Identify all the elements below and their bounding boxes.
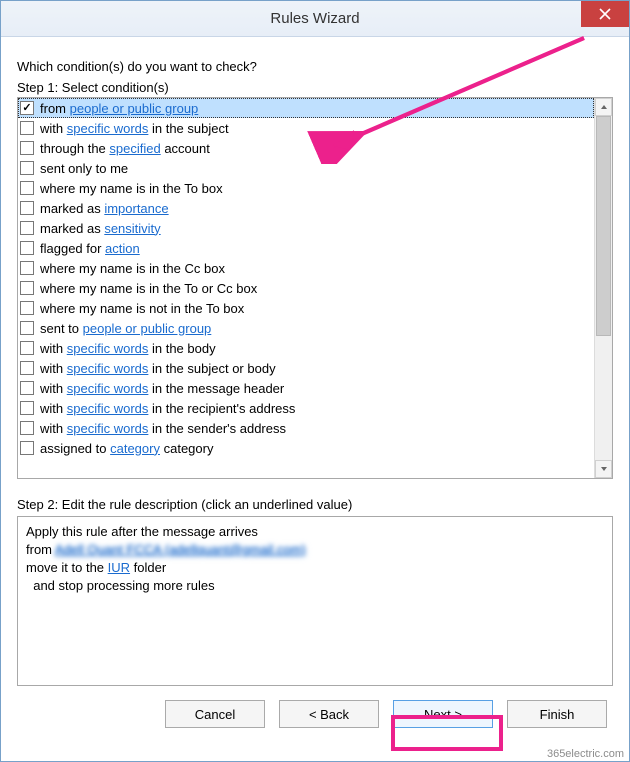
watermark: 365electric.com bbox=[547, 748, 624, 760]
question-text: Which condition(s) do you want to check? bbox=[17, 59, 613, 74]
condition-text: assigned to category category bbox=[40, 441, 213, 456]
condition-value-link[interactable]: specific words bbox=[67, 401, 149, 416]
condition-text: marked as importance bbox=[40, 201, 169, 216]
condition-row[interactable]: with specific words in the subject or bo… bbox=[18, 358, 594, 378]
client-area: Which condition(s) do you want to check?… bbox=[1, 37, 629, 761]
condition-row[interactable]: marked as sensitivity bbox=[18, 218, 594, 238]
titlebar[interactable]: Rules Wizard bbox=[1, 1, 629, 37]
condition-text: from people or public group bbox=[40, 101, 198, 116]
condition-row[interactable]: with specific words in the body bbox=[18, 338, 594, 358]
scrollbar[interactable] bbox=[594, 98, 612, 478]
condition-checkbox[interactable] bbox=[20, 381, 34, 395]
condition-checkbox[interactable] bbox=[20, 261, 34, 275]
condition-value-link[interactable]: specific words bbox=[67, 381, 149, 396]
sender-link[interactable]: Adell Quant FCCA (adellquant@gmail.com) bbox=[55, 542, 306, 557]
condition-text: with specific words in the subject or bo… bbox=[40, 361, 276, 376]
condition-checkbox[interactable] bbox=[20, 401, 34, 415]
title-text: Rules Wizard bbox=[1, 10, 629, 27]
condition-value-link[interactable]: specific words bbox=[67, 361, 149, 376]
condition-checkbox[interactable] bbox=[20, 121, 34, 135]
condition-row[interactable]: with specific words in the recipient's a… bbox=[18, 398, 594, 418]
condition-row[interactable]: where my name is in the To box bbox=[18, 178, 594, 198]
conditions-list: from people or public group with specific… bbox=[17, 97, 613, 479]
condition-row[interactable]: with specific words in the sender's addr… bbox=[18, 418, 594, 438]
rules-wizard-dialog: Rules Wizard Which condition(s) do you w… bbox=[0, 0, 630, 762]
scroll-thumb[interactable] bbox=[596, 116, 611, 336]
condition-row[interactable]: through the specified account bbox=[18, 138, 594, 158]
condition-text: where my name is in the To box bbox=[40, 181, 223, 196]
close-icon bbox=[599, 8, 611, 20]
condition-text: sent to people or public group bbox=[40, 321, 211, 336]
condition-checkbox[interactable] bbox=[20, 201, 34, 215]
step1-label: Step 1: Select condition(s) bbox=[17, 80, 613, 95]
scroll-up-button[interactable] bbox=[595, 98, 612, 116]
condition-value-link[interactable]: specified bbox=[109, 141, 160, 156]
condition-checkbox[interactable] bbox=[20, 161, 34, 175]
condition-text: marked as sensitivity bbox=[40, 221, 161, 236]
condition-row[interactable]: sent to people or public group bbox=[18, 318, 594, 338]
condition-row[interactable]: marked as importance bbox=[18, 198, 594, 218]
condition-value-link[interactable]: specific words bbox=[67, 341, 149, 356]
condition-row[interactable]: with specific words in the subject bbox=[18, 118, 594, 138]
desc-line-3: move it to the IUR folder bbox=[26, 559, 604, 577]
chevron-down-icon bbox=[600, 466, 608, 472]
condition-value-link[interactable]: action bbox=[105, 241, 140, 256]
back-button[interactable]: < Back bbox=[279, 700, 379, 728]
condition-text: where my name is in the To or Cc box bbox=[40, 281, 257, 296]
condition-row[interactable]: sent only to me bbox=[18, 158, 594, 178]
condition-checkbox[interactable] bbox=[20, 421, 34, 435]
condition-checkbox[interactable] bbox=[20, 301, 34, 315]
condition-checkbox[interactable] bbox=[20, 321, 34, 335]
condition-checkbox[interactable] bbox=[20, 281, 34, 295]
condition-row[interactable]: where my name is not in the To box bbox=[18, 298, 594, 318]
rule-description-box[interactable]: Apply this rule after the message arrive… bbox=[17, 516, 613, 686]
condition-checkbox[interactable] bbox=[20, 441, 34, 455]
condition-row[interactable]: where my name is in the Cc box bbox=[18, 258, 594, 278]
condition-value-link[interactable]: sensitivity bbox=[104, 221, 160, 236]
condition-checkbox[interactable] bbox=[20, 341, 34, 355]
condition-checkbox[interactable] bbox=[20, 361, 34, 375]
condition-checkbox[interactable] bbox=[20, 181, 34, 195]
condition-text: with specific words in the subject bbox=[40, 121, 229, 136]
condition-value-link[interactable]: specific words bbox=[67, 121, 149, 136]
condition-value-link[interactable]: people or public group bbox=[70, 101, 199, 116]
condition-value-link[interactable]: importance bbox=[104, 201, 168, 216]
condition-value-link[interactable]: specific words bbox=[67, 421, 149, 436]
condition-text: sent only to me bbox=[40, 161, 128, 176]
desc-line-4: and stop processing more rules bbox=[26, 577, 604, 595]
condition-row[interactable]: where my name is in the To or Cc box bbox=[18, 278, 594, 298]
condition-value-link[interactable]: category bbox=[110, 441, 160, 456]
desc-line-1: Apply this rule after the message arrive… bbox=[26, 523, 604, 541]
folder-link[interactable]: IUR bbox=[108, 560, 130, 575]
condition-row[interactable]: with specific words in the message heade… bbox=[18, 378, 594, 398]
condition-text: with specific words in the body bbox=[40, 341, 216, 356]
condition-checkbox[interactable] bbox=[20, 221, 34, 235]
conditions-list-items[interactable]: from people or public group with specific… bbox=[18, 98, 594, 478]
condition-checkbox[interactable] bbox=[20, 101, 34, 115]
condition-text: with specific words in the recipient's a… bbox=[40, 401, 295, 416]
scroll-track[interactable] bbox=[595, 116, 612, 460]
next-button[interactable]: Next > bbox=[393, 700, 493, 728]
condition-text: flagged for action bbox=[40, 241, 140, 256]
step2-label: Step 2: Edit the rule description (click… bbox=[17, 497, 613, 512]
scroll-down-button[interactable] bbox=[595, 460, 612, 478]
condition-row[interactable]: assigned to category category bbox=[18, 438, 594, 458]
condition-row[interactable]: flagged for action bbox=[18, 238, 594, 258]
condition-text: where my name is not in the To box bbox=[40, 301, 244, 316]
desc-line-2: from Adell Quant FCCA (adellquant@gmail.… bbox=[26, 541, 604, 559]
condition-checkbox[interactable] bbox=[20, 241, 34, 255]
condition-text: where my name is in the Cc box bbox=[40, 261, 225, 276]
button-row: Cancel < Back Next > Finish bbox=[17, 700, 613, 728]
condition-value-link[interactable]: people or public group bbox=[83, 321, 212, 336]
condition-checkbox[interactable] bbox=[20, 141, 34, 155]
finish-button[interactable]: Finish bbox=[507, 700, 607, 728]
condition-text: through the specified account bbox=[40, 141, 210, 156]
chevron-up-icon bbox=[600, 104, 608, 110]
close-button[interactable] bbox=[581, 1, 629, 27]
condition-row[interactable]: from people or public group bbox=[18, 98, 594, 118]
condition-text: with specific words in the sender's addr… bbox=[40, 421, 286, 436]
condition-text: with specific words in the message heade… bbox=[40, 381, 284, 396]
cancel-button[interactable]: Cancel bbox=[165, 700, 265, 728]
